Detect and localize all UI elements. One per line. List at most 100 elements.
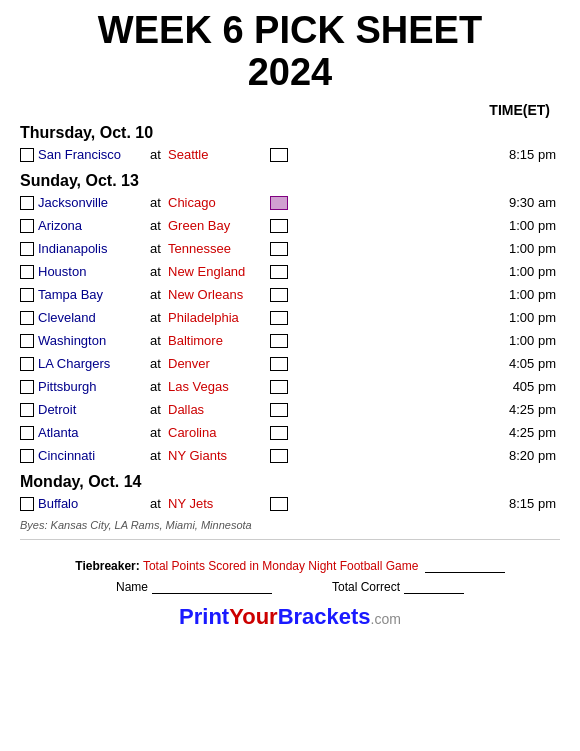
- away-team: Arizona: [38, 218, 143, 233]
- away-checkbox[interactable]: [20, 497, 34, 511]
- game-row: JacksonvilleatChicago9:30 am: [20, 192, 560, 214]
- home-checkbox[interactable]: [270, 426, 288, 440]
- home-team: Green Bay: [168, 218, 268, 233]
- game-row: LA ChargersatDenver4:05 pm: [20, 353, 560, 375]
- section-header-1: Sunday, Oct. 13: [20, 172, 560, 190]
- game-time: 1:00 pm: [505, 264, 560, 279]
- away-checkbox[interactable]: [20, 148, 34, 162]
- game-row: IndianapolisatTennessee1:00 pm: [20, 238, 560, 260]
- away-checkbox[interactable]: [20, 380, 34, 394]
- game-time: 9:30 am: [505, 195, 560, 210]
- at-text: at: [143, 496, 168, 511]
- away-team: San Francisco: [38, 147, 143, 162]
- home-team: Denver: [168, 356, 268, 371]
- home-team: Baltimore: [168, 333, 268, 348]
- game-time: 1:00 pm: [505, 310, 560, 325]
- tiebreaker-value: Total Points Scored in Monday Night Foot…: [143, 559, 418, 573]
- away-checkbox[interactable]: [20, 357, 34, 371]
- home-checkbox[interactable]: [270, 334, 288, 348]
- away-checkbox[interactable]: [20, 449, 34, 463]
- home-checkbox[interactable]: [270, 380, 288, 394]
- home-checkbox[interactable]: [270, 196, 288, 210]
- game-time: 8:15 pm: [505, 496, 560, 511]
- name-blank[interactable]: [152, 579, 272, 594]
- correct-blank[interactable]: [404, 579, 464, 594]
- game-time: 4:05 pm: [505, 356, 560, 371]
- home-team: Seattle: [168, 147, 268, 162]
- home-checkbox[interactable]: [270, 311, 288, 325]
- name-field: Name: [116, 579, 272, 594]
- game-row: CincinnatiatNY Giants8:20 pm: [20, 445, 560, 467]
- footer: PrintYourBrackets.com: [20, 604, 560, 630]
- away-team: Cincinnati: [38, 448, 143, 463]
- game-time: 1:00 pm: [505, 333, 560, 348]
- home-checkbox[interactable]: [270, 403, 288, 417]
- title-line1: WEEK 6 PICK SHEET: [20, 10, 560, 52]
- brand: PrintYourBrackets.com: [20, 604, 560, 630]
- away-team: Houston: [38, 264, 143, 279]
- away-checkbox[interactable]: [20, 426, 34, 440]
- tiebreaker-section: Tiebreaker: Total Points Scored in Monda…: [20, 558, 560, 594]
- game-time: 1:00 pm: [505, 287, 560, 302]
- home-team: New England: [168, 264, 268, 279]
- game-row: PittsburghatLas Vegas 405 pm: [20, 376, 560, 398]
- at-text: at: [143, 310, 168, 325]
- tiebreaker-blank[interactable]: [425, 558, 505, 573]
- away-checkbox[interactable]: [20, 242, 34, 256]
- game-time: 405 pm: [505, 379, 560, 394]
- at-text: at: [143, 448, 168, 463]
- home-team: Philadelphia: [168, 310, 268, 325]
- away-checkbox[interactable]: [20, 311, 34, 325]
- game-row: ArizonaatGreen Bay 1:00 pm: [20, 215, 560, 237]
- away-team: Indianapolis: [38, 241, 143, 256]
- away-checkbox[interactable]: [20, 196, 34, 210]
- home-team: Dallas: [168, 402, 268, 417]
- away-team: Tampa Bay: [38, 287, 143, 302]
- away-checkbox[interactable]: [20, 219, 34, 233]
- game-row: ClevelandatPhiladelphia1:00 pm: [20, 307, 560, 329]
- away-checkbox[interactable]: [20, 403, 34, 417]
- game-row: BuffaloatNY Jets8:15 pm: [20, 493, 560, 515]
- away-team: Jacksonville: [38, 195, 143, 210]
- tiebreaker-label: Tiebreaker:: [75, 559, 139, 573]
- away-team: Pittsburgh: [38, 379, 143, 394]
- home-checkbox[interactable]: [270, 449, 288, 463]
- home-checkbox[interactable]: [270, 148, 288, 162]
- home-checkbox[interactable]: [270, 357, 288, 371]
- game-time: 1:00 pm: [505, 218, 560, 233]
- section-header-0: Thursday, Oct. 10: [20, 124, 560, 142]
- at-text: at: [143, 147, 168, 162]
- correct-field: Total Correct: [332, 579, 464, 594]
- game-time: 4:25 pm: [505, 425, 560, 440]
- brand-print: Print: [179, 604, 229, 629]
- home-checkbox[interactable]: [270, 219, 288, 233]
- game-time: 4:25 pm: [505, 402, 560, 417]
- at-text: at: [143, 379, 168, 394]
- at-text: at: [143, 402, 168, 417]
- away-team: Detroit: [38, 402, 143, 417]
- page-title: WEEK 6 PICK SHEET 2024: [20, 10, 560, 94]
- game-time: 8:20 pm: [505, 448, 560, 463]
- at-text: at: [143, 264, 168, 279]
- game-row: DetroitatDallas 4:25 pm: [20, 399, 560, 421]
- home-team: Las Vegas: [168, 379, 268, 394]
- home-checkbox[interactable]: [270, 288, 288, 302]
- at-text: at: [143, 287, 168, 302]
- name-label: Name: [116, 580, 148, 594]
- away-checkbox[interactable]: [20, 334, 34, 348]
- home-checkbox[interactable]: [270, 242, 288, 256]
- game-row: HoustonatNew England 1:00 pm: [20, 261, 560, 283]
- game-time: 1:00 pm: [505, 241, 560, 256]
- game-row: Tampa BayatNew Orleans1:00 pm: [20, 284, 560, 306]
- away-checkbox[interactable]: [20, 288, 34, 302]
- home-checkbox[interactable]: [270, 497, 288, 511]
- at-text: at: [143, 356, 168, 371]
- game-time: 8:15 pm: [505, 147, 560, 162]
- game-row: WashingtonatBaltimore1:00 pm: [20, 330, 560, 352]
- at-text: at: [143, 425, 168, 440]
- at-text: at: [143, 218, 168, 233]
- away-checkbox[interactable]: [20, 265, 34, 279]
- byes-text: Byes: Kansas City, LA Rams, Miami, Minne…: [20, 519, 560, 531]
- time-header-label: TIME(ET): [489, 102, 550, 118]
- home-checkbox[interactable]: [270, 265, 288, 279]
